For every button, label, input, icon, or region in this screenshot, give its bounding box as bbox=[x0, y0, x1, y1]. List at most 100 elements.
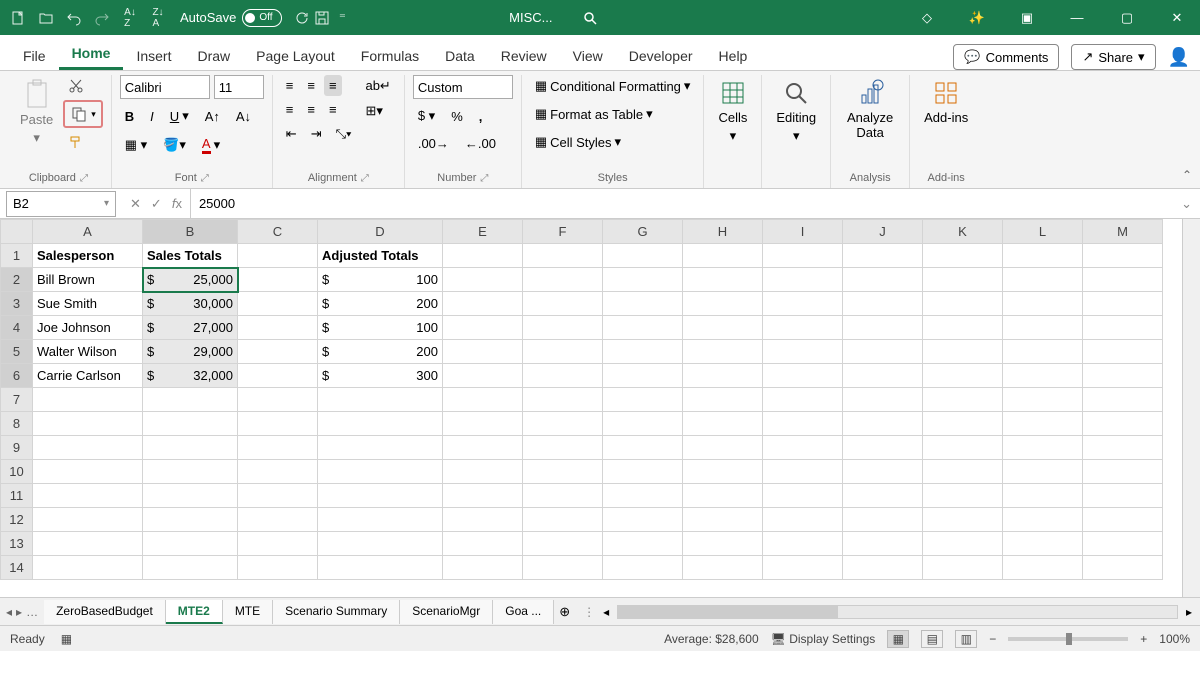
cell-M8[interactable] bbox=[1083, 412, 1163, 436]
select-all-corner[interactable] bbox=[1, 220, 33, 244]
cell-J5[interactable] bbox=[843, 340, 923, 364]
cell-A3[interactable]: Sue Smith bbox=[33, 292, 143, 316]
sheet-tab[interactable]: ScenarioMgr bbox=[400, 600, 493, 624]
cell-J11[interactable] bbox=[843, 484, 923, 508]
cell-C4[interactable] bbox=[238, 316, 318, 340]
cell-F7[interactable] bbox=[523, 388, 603, 412]
accounting-format-icon[interactable]: $ ▾ bbox=[413, 105, 440, 127]
cell-K2[interactable] bbox=[923, 268, 1003, 292]
cell-L12[interactable] bbox=[1003, 508, 1083, 532]
zoom-out-button[interactable]: − bbox=[989, 632, 996, 646]
cell-I4[interactable] bbox=[763, 316, 843, 340]
row-header-2[interactable]: 2 bbox=[1, 268, 33, 292]
sheet-tab[interactable]: ZeroBasedBudget bbox=[44, 600, 166, 624]
cell-C12[interactable] bbox=[238, 508, 318, 532]
cell-C13[interactable] bbox=[238, 532, 318, 556]
cell-B10[interactable] bbox=[143, 460, 238, 484]
sheet-nav[interactable]: ◂▸… bbox=[0, 605, 44, 619]
cell-I9[interactable] bbox=[763, 436, 843, 460]
cell-L1[interactable] bbox=[1003, 244, 1083, 268]
cell-G5[interactable] bbox=[603, 340, 683, 364]
tab-data[interactable]: Data bbox=[432, 42, 488, 70]
increase-font-icon[interactable]: A↑ bbox=[200, 105, 225, 127]
scroll-right-icon[interactable]: ▸ bbox=[1186, 605, 1192, 619]
increase-indent-icon[interactable]: ⇥ bbox=[306, 123, 327, 145]
cell-B1[interactable]: Sales Totals bbox=[143, 244, 238, 268]
coming-soon-icon[interactable]: ✨ bbox=[962, 8, 992, 28]
zoom-slider[interactable] bbox=[1008, 637, 1128, 641]
cell-K10[interactable] bbox=[923, 460, 1003, 484]
cell-L10[interactable] bbox=[1003, 460, 1083, 484]
cell-B4[interactable]: $27,000 bbox=[143, 316, 238, 340]
analyze-data-button[interactable]: Analyze Data bbox=[839, 75, 901, 144]
dialog-launcher-icon[interactable]: ⤢ bbox=[201, 173, 209, 184]
fx-icon[interactable]: fx bbox=[172, 196, 182, 211]
cell-A6[interactable]: Carrie Carlson bbox=[33, 364, 143, 388]
underline-button[interactable]: U ▾ bbox=[165, 105, 194, 127]
italic-button[interactable]: I bbox=[145, 105, 159, 127]
cell-C11[interactable] bbox=[238, 484, 318, 508]
cell-J12[interactable] bbox=[843, 508, 923, 532]
cell-B2[interactable]: $25,000 bbox=[143, 268, 238, 292]
cell-B6[interactable]: $32,000 bbox=[143, 364, 238, 388]
cell-G6[interactable] bbox=[603, 364, 683, 388]
row-header-13[interactable]: 13 bbox=[1, 532, 33, 556]
tab-page-layout[interactable]: Page Layout bbox=[243, 42, 348, 70]
cell-H5[interactable] bbox=[683, 340, 763, 364]
cell-C7[interactable] bbox=[238, 388, 318, 412]
cell-M1[interactable] bbox=[1083, 244, 1163, 268]
cell-L7[interactable] bbox=[1003, 388, 1083, 412]
font-name-select[interactable] bbox=[120, 75, 210, 99]
cell-D3[interactable]: $200 bbox=[318, 292, 443, 316]
cell-G3[interactable] bbox=[603, 292, 683, 316]
cell-L9[interactable] bbox=[1003, 436, 1083, 460]
row-header-5[interactable]: 5 bbox=[1, 340, 33, 364]
cell-C1[interactable] bbox=[238, 244, 318, 268]
cell-H9[interactable] bbox=[683, 436, 763, 460]
comments-button[interactable]: 💬Comments bbox=[953, 44, 1059, 70]
cell-A12[interactable] bbox=[33, 508, 143, 532]
cell-L5[interactable] bbox=[1003, 340, 1083, 364]
sheet-tab[interactable]: Scenario Summary bbox=[273, 600, 400, 624]
col-header-J[interactable]: J bbox=[843, 220, 923, 244]
cell-D9[interactable] bbox=[318, 436, 443, 460]
cell-A8[interactable] bbox=[33, 412, 143, 436]
cell-A5[interactable]: Walter Wilson bbox=[33, 340, 143, 364]
format-as-table-button[interactable]: ▦Format as Table ▾ bbox=[530, 103, 658, 125]
horizontal-scrollbar[interactable] bbox=[617, 605, 1178, 619]
cell-M6[interactable] bbox=[1083, 364, 1163, 388]
new-sheet-button[interactable]: ⊕ bbox=[554, 601, 575, 623]
cell-F4[interactable] bbox=[523, 316, 603, 340]
paste-button[interactable]: Paste▾ bbox=[14, 75, 59, 150]
cell-B12[interactable] bbox=[143, 508, 238, 532]
row-header-6[interactable]: 6 bbox=[1, 364, 33, 388]
cell-B7[interactable] bbox=[143, 388, 238, 412]
cell-B8[interactable] bbox=[143, 412, 238, 436]
cell-E8[interactable] bbox=[443, 412, 523, 436]
cell-G8[interactable] bbox=[603, 412, 683, 436]
cell-L13[interactable] bbox=[1003, 532, 1083, 556]
view-normal-icon[interactable]: ▦ bbox=[887, 630, 909, 648]
cell-M10[interactable] bbox=[1083, 460, 1163, 484]
row-header-3[interactable]: 3 bbox=[1, 292, 33, 316]
cell-F12[interactable] bbox=[523, 508, 603, 532]
cell-I11[interactable] bbox=[763, 484, 843, 508]
cell-M9[interactable] bbox=[1083, 436, 1163, 460]
cell-I8[interactable] bbox=[763, 412, 843, 436]
cell-D4[interactable]: $100 bbox=[318, 316, 443, 340]
font-color-button[interactable]: A ▾ bbox=[197, 133, 225, 157]
font-size-select[interactable] bbox=[214, 75, 264, 99]
row-header-14[interactable]: 14 bbox=[1, 556, 33, 580]
cells-button[interactable]: Cells▾ bbox=[712, 75, 753, 148]
tab-formulas[interactable]: Formulas bbox=[348, 42, 432, 70]
cell-M4[interactable] bbox=[1083, 316, 1163, 340]
cell-K11[interactable] bbox=[923, 484, 1003, 508]
cell-I3[interactable] bbox=[763, 292, 843, 316]
cell-L3[interactable] bbox=[1003, 292, 1083, 316]
cell-I14[interactable] bbox=[763, 556, 843, 580]
cell-I2[interactable] bbox=[763, 268, 843, 292]
copy-button[interactable]: ▾ bbox=[63, 100, 103, 128]
col-header-F[interactable]: F bbox=[523, 220, 603, 244]
cell-E9[interactable] bbox=[443, 436, 523, 460]
cell-A10[interactable] bbox=[33, 460, 143, 484]
